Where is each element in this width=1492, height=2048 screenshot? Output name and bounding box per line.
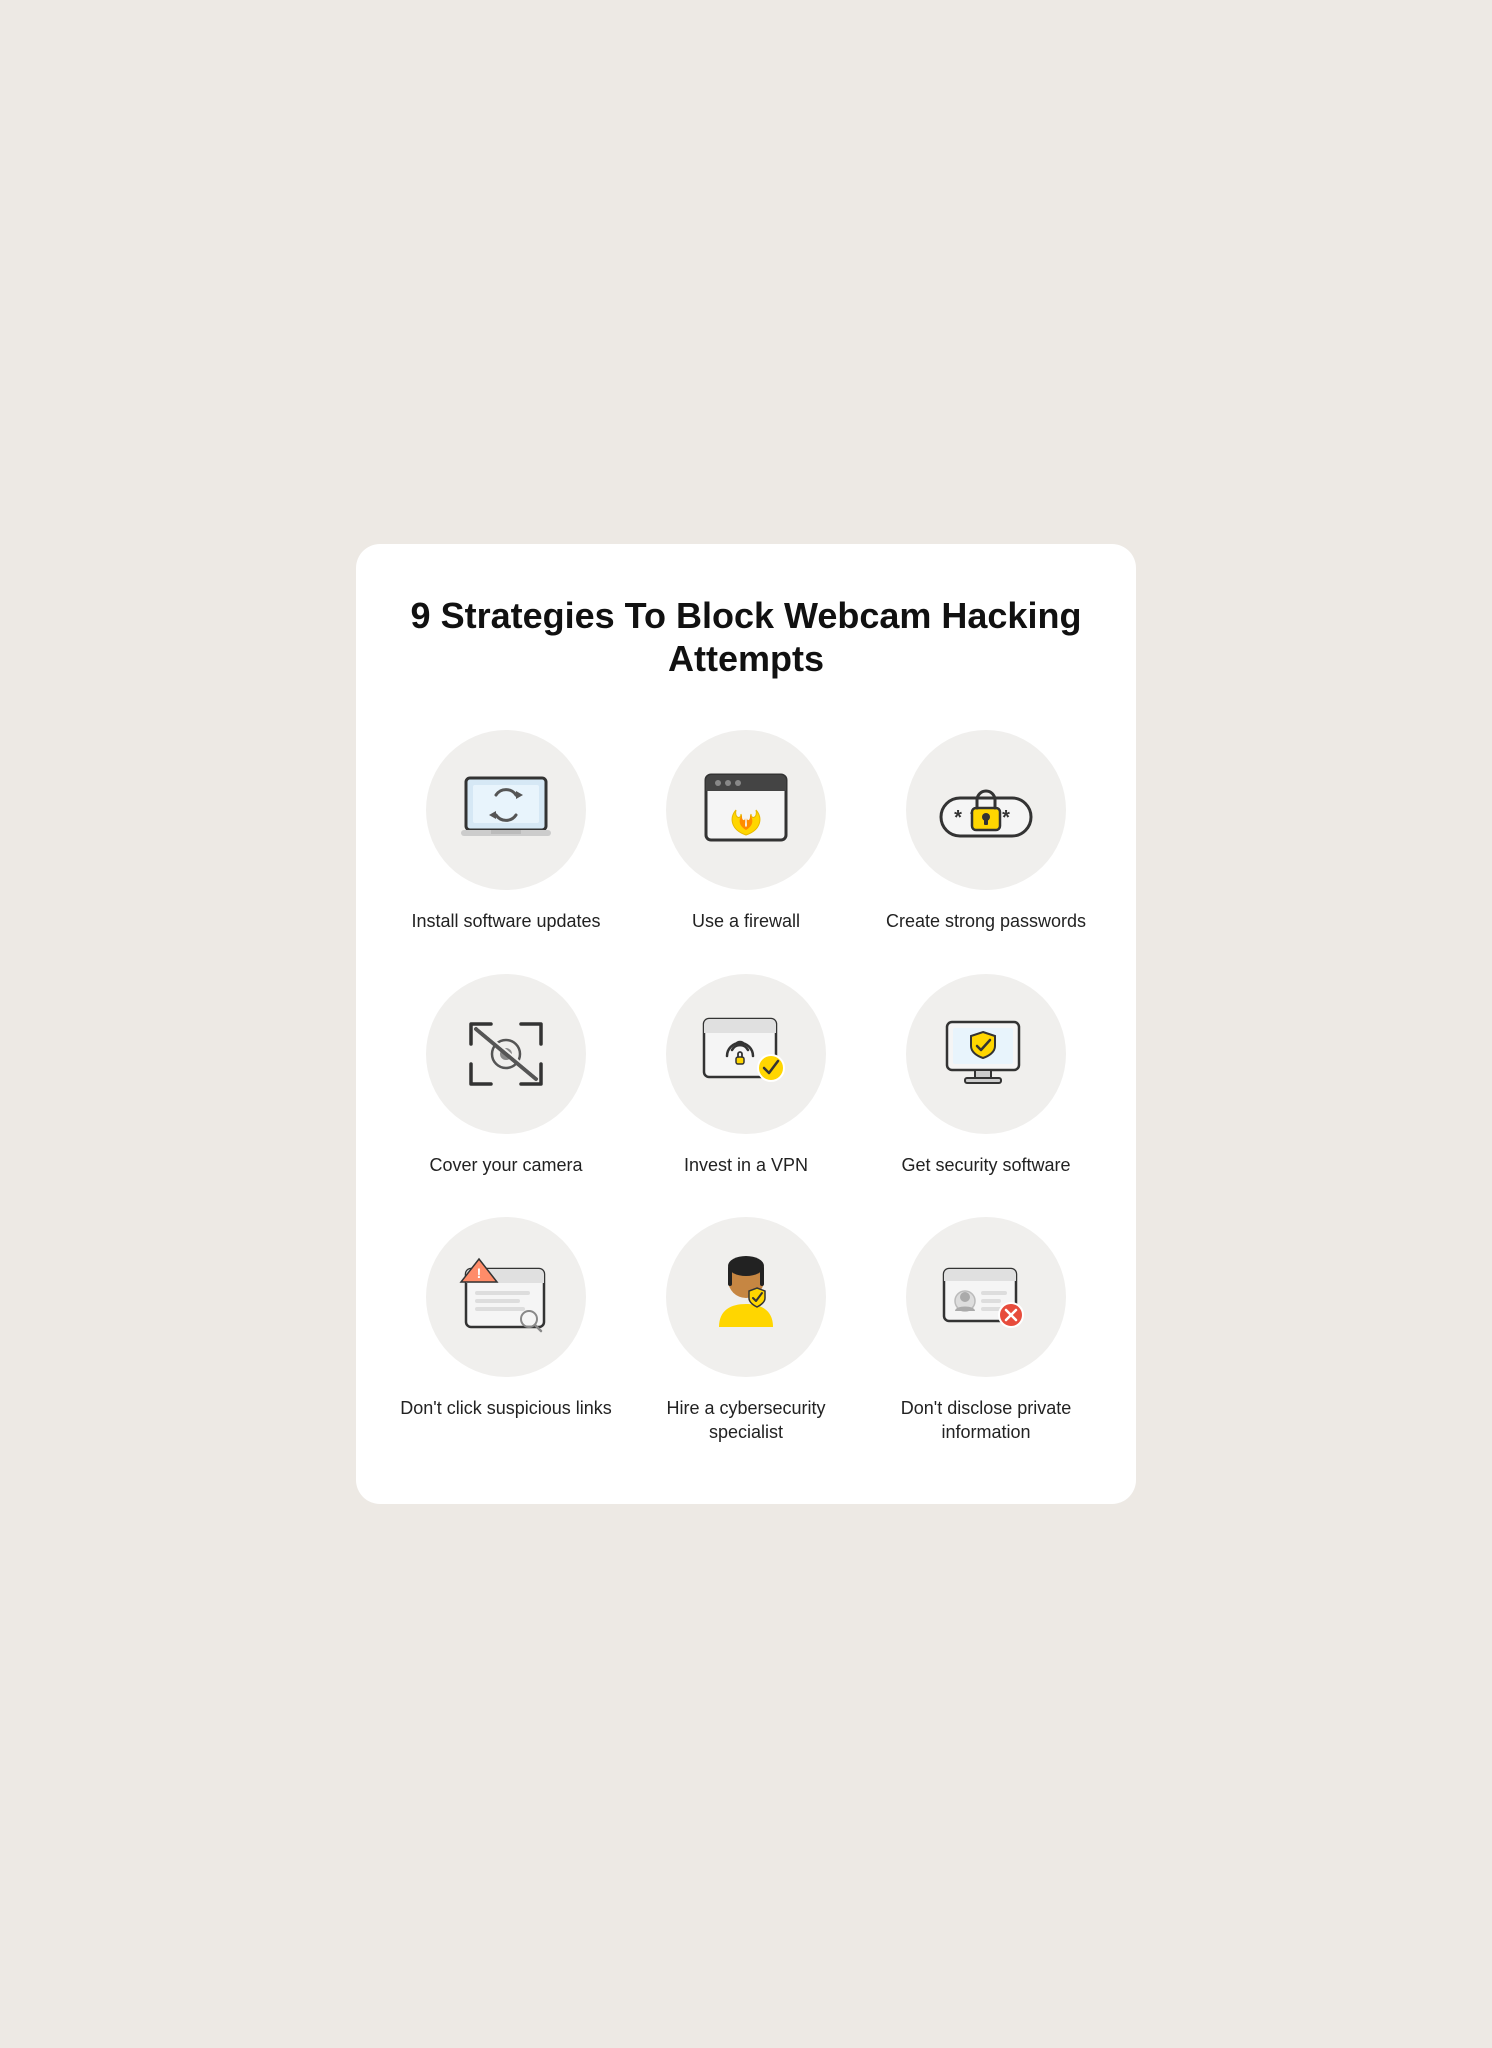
svg-text:*: * (954, 807, 962, 829)
page-title: 9 Strategies To Block Webcam Hacking Att… (396, 594, 1096, 680)
label-private-info: Don't disclose private information (876, 1397, 1096, 1444)
icon-circle-suspicious-links: ! (426, 1217, 586, 1377)
item-cybersecurity-specialist: Hire a cybersecurity specialist (636, 1217, 856, 1444)
use-firewall-icon (701, 770, 791, 850)
item-vpn: Invest in a VPN (636, 974, 856, 1177)
icon-circle-security-software (906, 974, 1066, 1134)
vpn-icon (699, 1014, 794, 1094)
cover-camera-icon (461, 1014, 551, 1094)
label-vpn: Invest in a VPN (684, 1154, 808, 1177)
icon-circle-strong-passwords: * * * * (906, 730, 1066, 890)
label-suspicious-links: Don't click suspicious links (400, 1397, 612, 1420)
strategies-grid: Install software updates (396, 730, 1096, 1444)
item-install-updates: Install software updates (396, 730, 616, 933)
label-strong-passwords: Create strong passwords (886, 910, 1086, 933)
item-private-info: Don't disclose private information (876, 1217, 1096, 1444)
svg-text:*: * (1002, 807, 1010, 829)
item-security-software: Get security software (876, 974, 1096, 1177)
label-security-software: Get security software (901, 1154, 1070, 1177)
cybersecurity-specialist-icon (701, 1252, 791, 1342)
private-info-icon (939, 1257, 1034, 1337)
install-updates-icon (461, 773, 551, 848)
main-card: 9 Strategies To Block Webcam Hacking Att… (356, 544, 1136, 1504)
icon-circle-cybersecurity-specialist (666, 1217, 826, 1377)
label-cybersecurity-specialist: Hire a cybersecurity specialist (636, 1397, 856, 1444)
item-use-firewall: Use a firewall (636, 730, 856, 933)
icon-circle-cover-camera (426, 974, 586, 1134)
icon-circle-use-firewall (666, 730, 826, 890)
icon-circle-install-updates (426, 730, 586, 890)
svg-text:!: ! (477, 1265, 482, 1281)
icon-circle-vpn (666, 974, 826, 1134)
label-install-updates: Install software updates (411, 910, 600, 933)
strong-passwords-icon: * * * * (936, 770, 1036, 850)
label-cover-camera: Cover your camera (429, 1154, 582, 1177)
label-use-firewall: Use a firewall (692, 910, 800, 933)
security-software-icon (939, 1014, 1034, 1094)
item-suspicious-links: ! Don't click suspicious links (396, 1217, 616, 1444)
icon-circle-private-info (906, 1217, 1066, 1377)
item-strong-passwords: * * * * Create strong passwords (876, 730, 1096, 933)
suspicious-links-icon: ! (461, 1257, 551, 1337)
item-cover-camera: Cover your camera (396, 974, 616, 1177)
